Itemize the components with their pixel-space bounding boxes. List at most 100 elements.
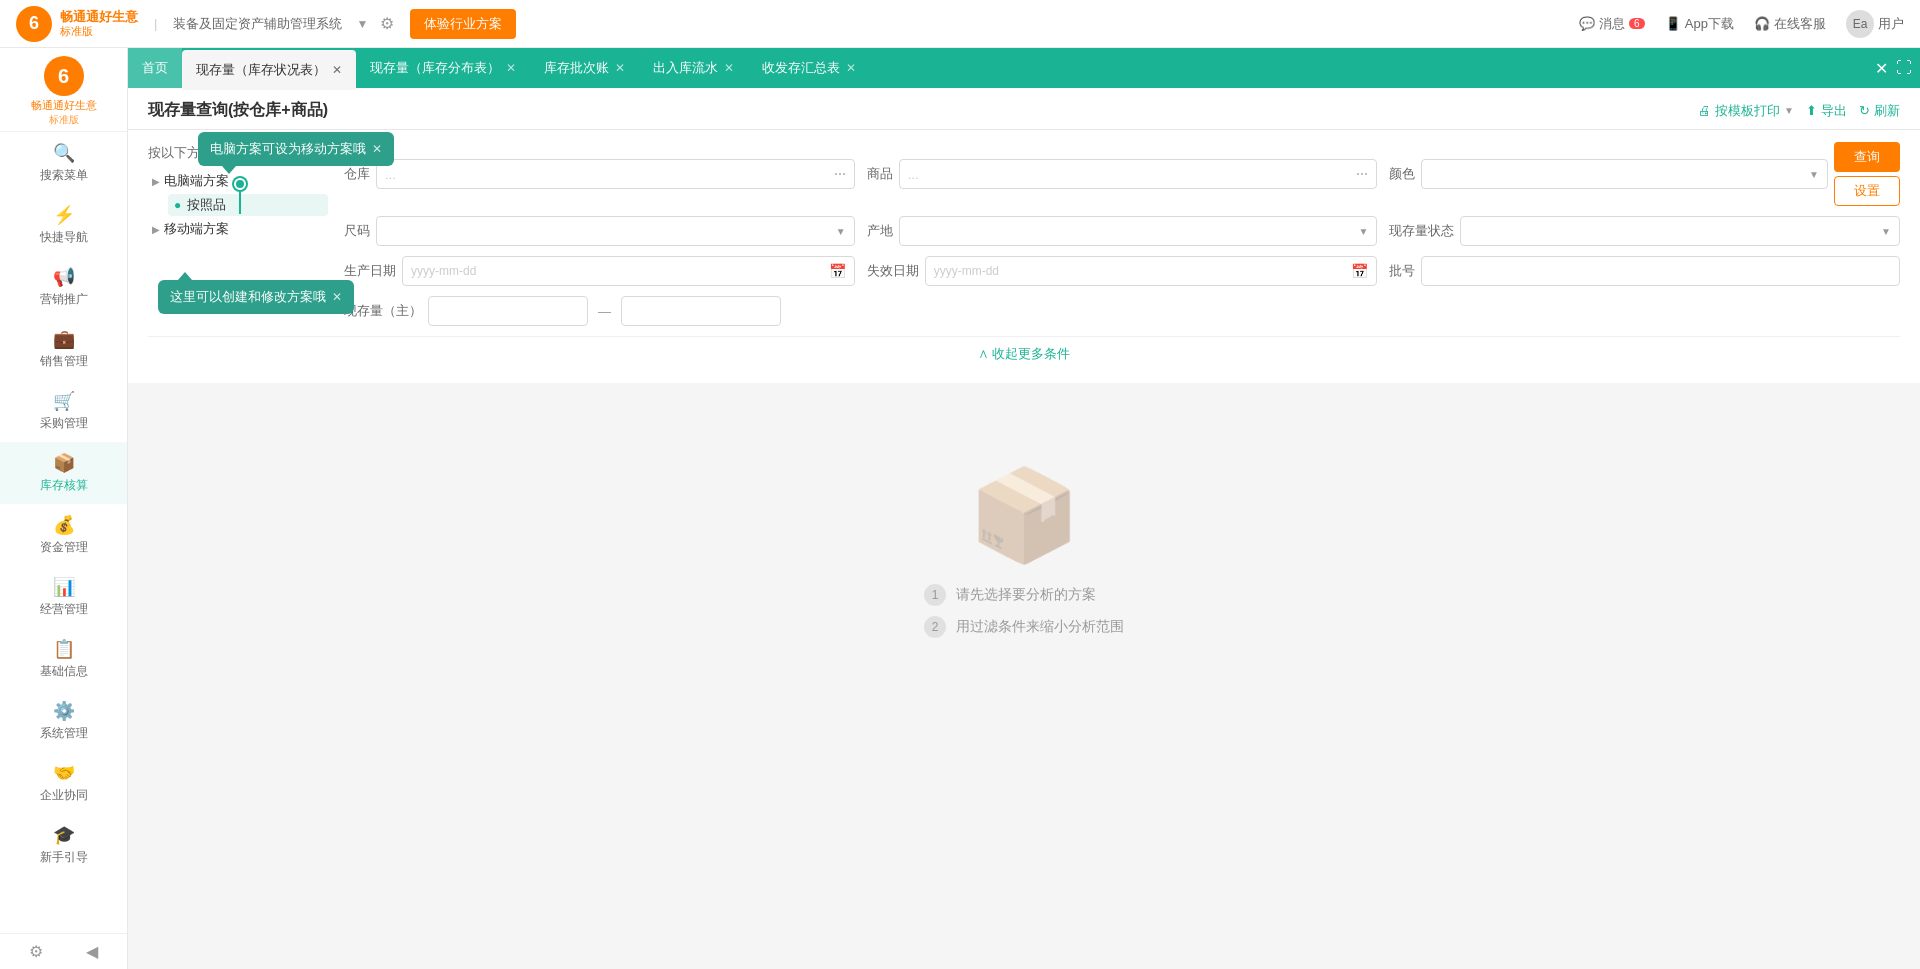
- filter-fields-container: 仓库 ... ⋯ 商品 ..: [344, 142, 1900, 332]
- tab-receipt-summary[interactable]: 收发存汇总表 ✕: [748, 48, 870, 88]
- expiry-date-input[interactable]: yyyy-mm-dd 📅: [925, 256, 1378, 286]
- tab-inout-flow[interactable]: 出入库流水 ✕: [639, 48, 748, 88]
- tab-inventory-status[interactable]: 现存量（库存状况表） ✕: [182, 50, 356, 90]
- product-dots-icon: ⋯: [1356, 167, 1368, 181]
- scheme-column: 按以下方案查询 + ↺ «: [148, 142, 328, 238]
- sidebar-item-inventory[interactable]: 📦 库存核算: [0, 442, 127, 504]
- sidebar-item-quicknav[interactable]: ⚡ 快捷导航: [0, 194, 127, 256]
- tab-batch-accounts[interactable]: 库存批次账 ✕: [530, 48, 639, 88]
- close-tab-inout-icon[interactable]: ✕: [724, 61, 734, 75]
- warehouse-dots-icon: ⋯: [834, 167, 846, 181]
- message-badge: 6: [1629, 18, 1645, 29]
- sidebar-label-system: 系统管理: [40, 725, 88, 742]
- sidebar-item-purchase[interactable]: 🛒 采购管理: [0, 380, 127, 442]
- close-tab-inventory-status-icon[interactable]: ✕: [332, 63, 342, 77]
- headset-icon: 🎧: [1754, 16, 1770, 31]
- search-icon: 🔍: [53, 142, 75, 164]
- collapse-sidebar-icon[interactable]: ◀: [86, 942, 98, 961]
- search-button[interactable]: 查询: [1834, 142, 1900, 172]
- sidebar-item-basicinfo[interactable]: 📋 基础信息: [0, 628, 127, 690]
- stock-main-to-input[interactable]: [621, 296, 781, 326]
- product-select[interactable]: ... ⋯: [899, 159, 1378, 189]
- edit-tooltip-close[interactable]: ✕: [332, 290, 342, 304]
- expand-mobile-icon[interactable]: ▶: [152, 224, 160, 235]
- message-button[interactable]: 💬 消息 6: [1579, 15, 1645, 33]
- set-button[interactable]: 设置: [1834, 176, 1900, 206]
- size-label: 尺码: [344, 222, 370, 240]
- batch-label: 批号: [1389, 262, 1415, 280]
- operations-icon: 📊: [53, 576, 75, 598]
- tab-home[interactable]: 首页: [128, 48, 182, 88]
- settings-icon[interactable]: ⚙: [380, 14, 394, 33]
- tab-inventory-dist[interactable]: 现存量（库存分布表） ✕: [356, 48, 530, 88]
- sidebar-label-sales: 销售管理: [40, 353, 88, 370]
- basicinfo-icon: 📋: [53, 638, 75, 660]
- warehouse-select[interactable]: ... ⋯: [376, 159, 855, 189]
- production-date-field: 生产日期 yyyy-mm-dd 📅: [344, 256, 855, 286]
- product-field: 商品 ... ⋯: [867, 159, 1378, 189]
- color-label: 颜色: [1389, 165, 1415, 183]
- close-tab-batch-icon[interactable]: ✕: [615, 61, 625, 75]
- quicknav-icon: ⚡: [53, 204, 75, 226]
- app-download-button[interactable]: 📱 App下载: [1665, 15, 1734, 33]
- sidebar-bottom: ⚙ ◀: [0, 933, 127, 969]
- origin-select[interactable]: ▼: [899, 216, 1378, 246]
- expand-desktop-icon[interactable]: ▶: [152, 176, 160, 187]
- sidebar-label-search: 搜索菜单: [40, 167, 88, 184]
- empty-state-icon: 📦: [968, 463, 1080, 568]
- production-date-placeholder: yyyy-mm-dd: [411, 264, 476, 278]
- scheme-tooltip-close[interactable]: ✕: [372, 142, 382, 156]
- production-date-input[interactable]: yyyy-mm-dd 📅: [402, 256, 855, 286]
- color-dropdown-icon: ▼: [1809, 169, 1819, 180]
- empty-steps: 1 请先选择要分析的方案 2 用过滤条件来缩小分析范围: [924, 584, 1124, 638]
- sidebar-item-sales[interactable]: 💼 销售管理: [0, 318, 127, 380]
- sidebar-item-guide[interactable]: 🎓 新手引导: [0, 814, 127, 876]
- origin-dropdown-icon: ▼: [1358, 226, 1368, 237]
- tab-bar: 首页 现存量（库存状况表） ✕ 现存量（库存分布表） ✕ 库存批次账 ✕ 出入库…: [128, 48, 1920, 88]
- batch-input[interactable]: [1421, 256, 1900, 286]
- collapse-button[interactable]: ∧ 收起更多条件: [148, 336, 1900, 371]
- sidebar-item-finance[interactable]: 💰 资金管理: [0, 504, 127, 566]
- tab-actions: ✕ ⛶: [1867, 59, 1920, 78]
- stock-main-from-input[interactable]: [428, 296, 588, 326]
- sidebar-item-system[interactable]: ⚙️ 系统管理: [0, 690, 127, 752]
- stock-status-select[interactable]: ▼: [1460, 216, 1900, 246]
- mobile-scheme-label: 移动端方案: [164, 220, 229, 238]
- color-select[interactable]: ▼: [1421, 159, 1828, 189]
- refresh-button[interactable]: ↻ 刷新: [1859, 102, 1900, 120]
- tab-fullscreen-icon[interactable]: ⛶: [1896, 59, 1912, 77]
- close-tab-inventory-dist-icon[interactable]: ✕: [506, 61, 516, 75]
- tab-close-all-icon[interactable]: ✕: [1875, 59, 1888, 78]
- settings-bottom-icon[interactable]: ⚙: [29, 942, 43, 961]
- sidebar: 6 畅通通好生意 标准版 🔍 搜索菜单 ⚡ 快捷导航 📢 营销推广 💼 销售管理: [0, 48, 128, 969]
- user-menu[interactable]: Ea 用户: [1846, 10, 1904, 38]
- empty-state: 📦 1 请先选择要分析的方案 2 用过滤条件来缩小分析范围: [128, 383, 1920, 718]
- export-icon: ⬆: [1806, 103, 1817, 118]
- experience-button[interactable]: 体验行业方案: [410, 9, 516, 39]
- close-tab-receipt-icon[interactable]: ✕: [846, 61, 856, 75]
- online-service-button[interactable]: 🎧 在线客服: [1754, 15, 1826, 33]
- edit-tooltip-text: 这里可以创建和修改方案哦: [170, 288, 326, 306]
- sidebar-item-marketing[interactable]: 📢 营销推广: [0, 256, 127, 318]
- sidebar-item-operations[interactable]: 📊 经营管理: [0, 566, 127, 628]
- marketing-icon: 📢: [53, 266, 75, 288]
- production-date-calendar-icon[interactable]: 📅: [829, 263, 846, 279]
- export-button[interactable]: ⬆ 导出: [1806, 102, 1847, 120]
- system-icon: ⚙️: [53, 700, 75, 722]
- size-select[interactable]: ▼: [376, 216, 855, 246]
- stock-main-label: 现存量（主）: [344, 302, 422, 320]
- message-icon: 💬: [1579, 16, 1595, 31]
- dropdown-arrow-icon[interactable]: ▼: [356, 17, 368, 31]
- sidebar-logo: 6: [44, 56, 84, 96]
- sidebar-item-search[interactable]: 🔍 搜索菜单: [0, 132, 127, 194]
- sidebar-label-guide: 新手引导: [40, 849, 88, 866]
- phone-icon: 📱: [1665, 16, 1681, 31]
- sidebar-item-enterprise[interactable]: 🤝 企业协同: [0, 752, 127, 814]
- origin-field: 产地 ▼: [867, 216, 1378, 246]
- sidebar-brand: 畅通通好生意: [31, 98, 97, 113]
- step-1-num: 1: [924, 584, 946, 606]
- print-button[interactable]: 🖨 按模板打印 ▼: [1698, 102, 1794, 120]
- sidebar-version: 标准版: [49, 113, 79, 127]
- expiry-date-calendar-icon[interactable]: 📅: [1351, 263, 1368, 279]
- scheme-item-desktop[interactable]: ● 按照品: [168, 194, 328, 216]
